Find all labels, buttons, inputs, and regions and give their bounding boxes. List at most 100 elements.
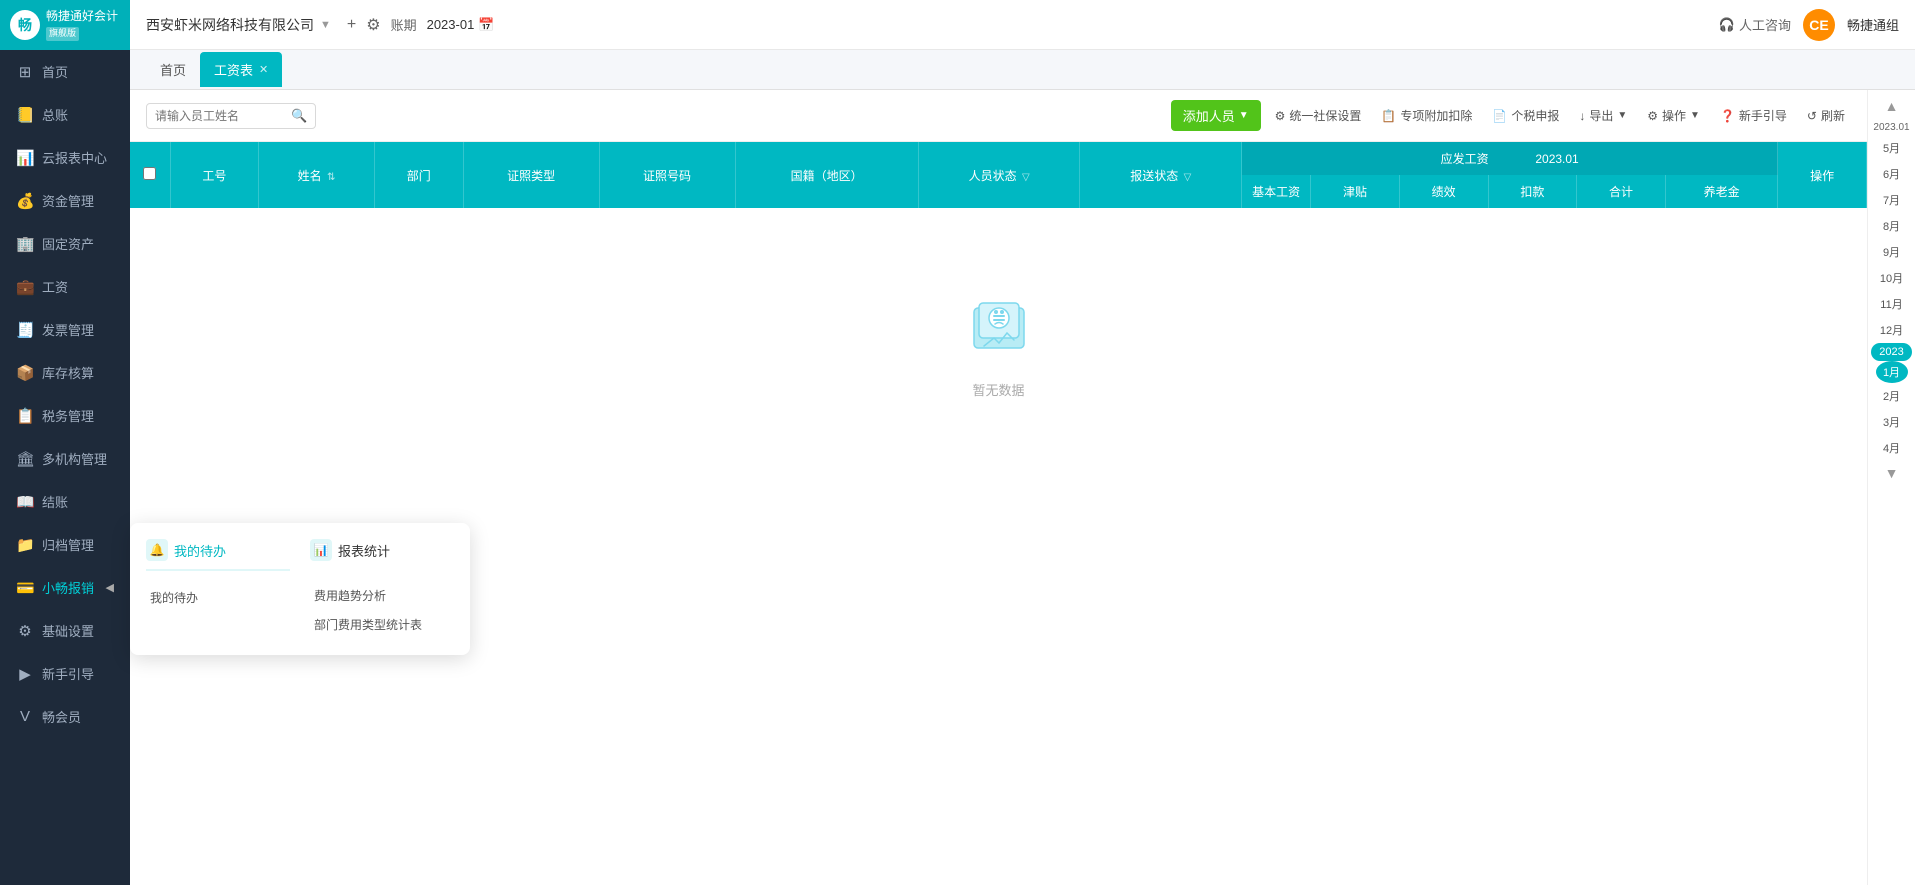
special-deduction-btn[interactable]: 📋 专项附加扣除 [1375,103,1478,128]
sidebar-item-home[interactable]: ⊞ 首页 [0,50,130,93]
headset-icon: 🎧 [1719,17,1735,33]
timeline-next-btn[interactable]: ▼ [1881,461,1903,485]
sidebar-item-payroll[interactable]: 💼 工资 [0,265,130,308]
sidebar-item-multi-org[interactable]: 🏛 多机构管理 [0,437,130,480]
timeline-month-sep[interactable]: 9月 [1868,239,1915,265]
calendar-icon: 📅 [478,17,494,33]
empty-text: 暂无数据 [972,380,1024,399]
timeline-month-nov[interactable]: 11月 [1868,291,1915,317]
tab-payroll[interactable]: 工资表 ✕ [200,52,282,87]
sidebar-label-invoice: 发票管理 [42,320,94,339]
tax-filing-btn[interactable]: 📄 个税申报 [1486,103,1565,128]
submenu-todo-icon: 🔔 [146,539,168,561]
submenu-item-dept-report[interactable]: 部门费用类型统计表 [310,610,454,639]
support-button[interactable]: 🎧 人工咨询 [1719,15,1791,34]
employee-search-box[interactable]: 🔍 [146,103,316,129]
report-filter-icon[interactable]: ▽ [1184,172,1192,183]
guide-btn[interactable]: ❓ 新手引导 [1714,103,1793,128]
th-id-type: 证照类型 [463,142,599,208]
sidebar-item-assets[interactable]: 🏢 固定资产 [0,222,130,265]
refresh-btn[interactable]: ↺ 刷新 [1801,103,1851,128]
timeline-month-jul[interactable]: 7月 [1868,187,1915,213]
timeline-month-dec[interactable]: 12月 [1868,317,1915,343]
export-btn[interactable]: ↓ 导出 ▼ [1573,103,1633,128]
th-name: 姓名 ⇅ [259,142,375,208]
member-icon: V [16,708,34,725]
sidebar-label-archive: 归档管理 [42,535,94,554]
tax-icon: 📋 [16,407,34,425]
payroll-icon: 💼 [16,278,34,296]
company-name-text: 西安虾米网络科技有限公司 [146,15,314,35]
sidebar-item-settings[interactable]: ⚙ 基础设置 [0,609,130,652]
sidebar-item-closing[interactable]: 📖 结账 [0,480,130,523]
logo-icon: 畅 [10,10,40,40]
user-avatar: CE [1803,9,1835,41]
period-value[interactable]: 2023-01 📅 [427,17,495,33]
app-logo: 畅 畅捷通好会计 旗舰版 [0,0,130,50]
timeline-month-feb[interactable]: 2月 [1868,383,1915,409]
sidebar-label-finance: 资金管理 [42,191,94,210]
select-all-checkbox[interactable] [143,167,156,180]
th-nationality: 国籍（地区） [735,142,918,208]
closing-icon: 📖 [16,493,34,511]
sidebar-item-inventory[interactable]: 📦 库存核算 [0,351,130,394]
social-insurance-btn[interactable]: ⚙ 统一社保设置 [1269,103,1368,128]
toolbar-right: 添加人员 ▼ ⚙ 统一社保设置 📋 专项附加扣除 📄 个税申报 [1171,100,1851,131]
timeline-month-oct[interactable]: 10月 [1868,265,1915,291]
submenu-col-report: 📊 报表统计 费用趋势分析 部门费用类型统计表 [310,539,454,639]
user-name[interactable]: 畅捷通组 [1847,15,1899,34]
submenu-item-my-todo[interactable]: 我的待办 [146,583,290,612]
sidebar-label-settings: 基础设置 [42,621,94,640]
empty-icon [959,288,1039,368]
guide-icon2: ❓ [1720,109,1735,123]
sidebar-item-expense[interactable]: 💳 小畅报销 ◀ [0,566,130,609]
sidebar-label-assets: 固定资产 [42,234,94,253]
operation-btn[interactable]: ⚙ 操作 ▼ [1641,103,1706,128]
add-company-btn[interactable]: + [347,16,356,34]
add-employee-button[interactable]: 添加人员 ▼ [1171,100,1261,131]
sidebar-label-expense: 小畅报销 [42,578,94,597]
logo-text: 畅捷通好会计 旗舰版 [46,9,118,40]
sidebar-item-ledger[interactable]: 📒 总账 [0,93,130,136]
sidebar-label-ledger: 总账 [42,105,68,124]
sidebar-item-tax[interactable]: 📋 税务管理 [0,394,130,437]
employee-search-input[interactable] [155,109,285,123]
export-chevron-icon: ▼ [1617,110,1627,121]
th-pension: 养老金 [1665,175,1777,208]
timeline-month-jun[interactable]: 6月 [1868,161,1915,187]
sidebar-item-archive[interactable]: 📁 归档管理 [0,523,130,566]
select-all-header[interactable] [130,142,170,208]
sidebar-item-invoice[interactable]: 🧾 发票管理 [0,308,130,351]
tab-home[interactable]: 首页 [146,52,200,87]
tab-close-btn[interactable]: ✕ [259,63,268,76]
th-department: 部门 [374,142,463,208]
settings-btn[interactable]: ⚙ [366,15,380,35]
timeline-month-mar[interactable]: 3月 [1868,409,1915,435]
timeline-month-aug[interactable]: 8月 [1868,213,1915,239]
th-basic-salary: 基本工资 [1242,175,1311,208]
archive-icon: 📁 [16,536,34,554]
sidebar-label-guide: 新手引导 [42,664,94,683]
sidebar-item-guide[interactable]: ▶ 新手引导 [0,652,130,695]
company-selector[interactable]: 西安虾米网络科技有限公司 ▼ [146,15,331,35]
month-timeline: ▲ 2023.01 5月 6月 7月 8月 9月 10月 11月 12月 202… [1867,90,1915,885]
search-icon[interactable]: 🔍 [291,108,307,124]
sidebar-label-payroll: 工资 [42,277,68,296]
op-chevron-icon: ▼ [1690,110,1700,121]
timeline-month-apr[interactable]: 4月 [1868,435,1915,461]
sidebar-item-finance[interactable]: 💰 资金管理 [0,179,130,222]
status-filter-icon[interactable]: ▽ [1022,172,1030,183]
content-area: 🔍 添加人员 ▼ ⚙ 统一社保设置 📋 专项附加扣除 [130,90,1915,885]
submenu-item-cost-trend[interactable]: 费用趋势分析 [310,581,454,610]
topbar-actions: + ⚙ [347,15,381,35]
timeline-month-jan[interactable]: 1月 [1876,361,1908,383]
timeline-prev-btn[interactable]: ▲ [1881,94,1903,118]
sidebar-item-report[interactable]: 📊 云报表中心 [0,136,130,179]
name-sort-icon[interactable]: ⇅ [327,172,335,183]
export-icon: ↓ [1579,109,1585,123]
payroll-area: 🔍 添加人员 ▼ ⚙ 统一社保设置 📋 专项附加扣除 [130,90,1867,885]
sidebar-label-tax: 税务管理 [42,406,94,425]
main-area: 西安虾米网络科技有限公司 ▼ + ⚙ 账期 2023-01 📅 🎧 人工咨询 C… [130,0,1915,885]
sidebar-item-member[interactable]: V 畅会员 [0,695,130,738]
timeline-month-may[interactable]: 5月 [1868,135,1915,161]
